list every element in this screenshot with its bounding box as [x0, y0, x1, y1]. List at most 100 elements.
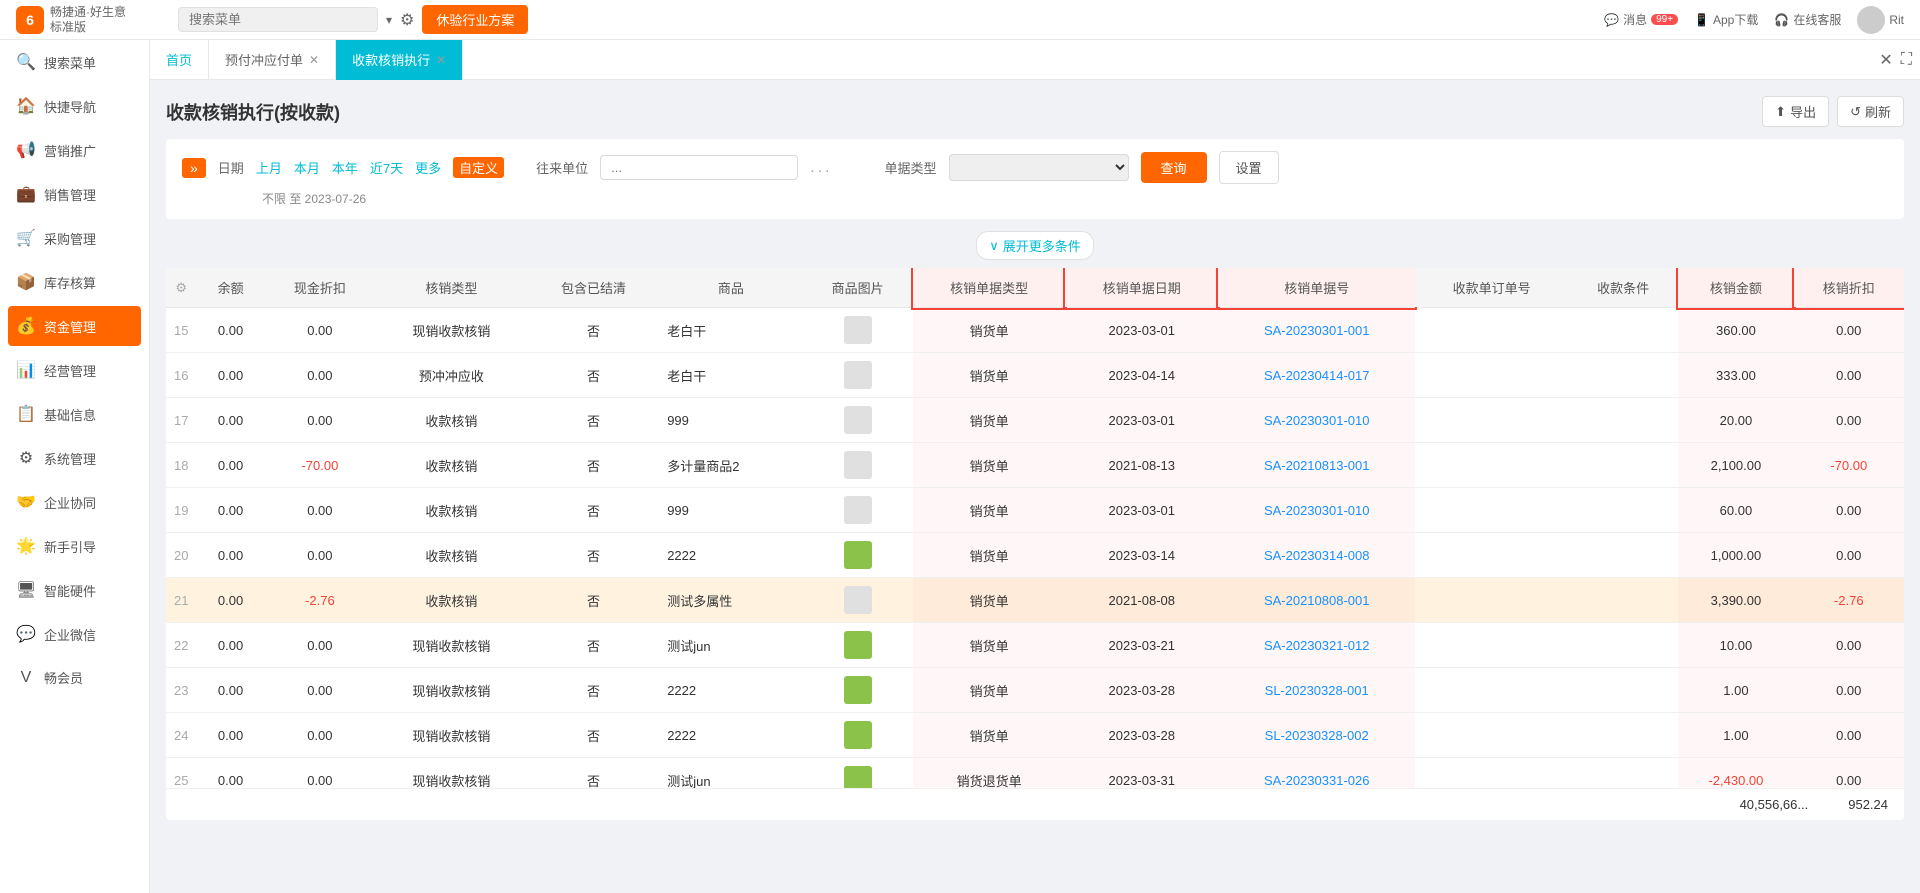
industry-btn[interactable]: 休验行业方案 [422, 5, 528, 34]
td-doc-no[interactable]: SA-20210808-001 [1218, 578, 1415, 623]
td-goods-image [802, 668, 912, 713]
td-doc-no[interactable]: SA-20230414-017 [1218, 353, 1415, 398]
sidebar-item-inventory[interactable]: 📦 库存核算 [0, 260, 149, 304]
sidebar-item-finance[interactable]: 💰 资金管理 [8, 306, 141, 346]
tab-prepay-close-icon[interactable]: ✕ [309, 53, 319, 67]
tab-home-label: 首页 [166, 50, 192, 69]
dropdown-btn[interactable]: ▾ [386, 13, 392, 27]
td-doc-no[interactable]: SA-20230331-026 [1218, 758, 1415, 789]
td-write-off-amount: 2,100.00 [1678, 443, 1793, 488]
th-gear[interactable]: ⚙ [166, 268, 196, 308]
td-balance: 0.00 [196, 758, 264, 789]
td-doc-date: 2023-04-14 [1065, 353, 1218, 398]
td-cash-discount: -2.76 [265, 578, 375, 623]
last7days-btn[interactable]: 近7天 [370, 158, 403, 177]
more-date-btn[interactable]: 更多 [415, 158, 441, 177]
refresh-btn[interactable]: ↺ 刷新 [1837, 96, 1904, 127]
td-balance: 0.00 [196, 443, 264, 488]
user-item[interactable]: Rit [1857, 6, 1904, 34]
tab-prepay[interactable]: 预付冲应付单 ✕ [209, 40, 336, 80]
td-includes-settled: 否 [528, 533, 660, 578]
th-write-off-type: 核销类型 [375, 268, 528, 308]
table-row: 16 0.00 0.00 预冲冲应收 否 老白干 销货单 2023-04-14 … [166, 353, 1904, 398]
td-balance: 0.00 [196, 578, 264, 623]
chevron-down-icon: ∨ [989, 238, 999, 254]
sidebar-item-marketing[interactable]: 📢 营销推广 [0, 128, 149, 172]
online-service-item[interactable]: 🎧 在线客服 [1774, 11, 1841, 28]
td-doc-no[interactable]: SA-20230321-012 [1218, 623, 1415, 668]
td-row-num: 20 [166, 533, 196, 578]
custom-date-btn[interactable]: 自定义 [453, 157, 504, 178]
filter-toggle-btn[interactable]: » [182, 158, 206, 178]
td-write-off-type: 收款核销 [375, 578, 528, 623]
sidebar-item-purchase[interactable]: 🛒 采购管理 [0, 216, 149, 260]
td-doc-no[interactable]: SA-20230301-010 [1218, 398, 1415, 443]
th-write-off-discount: 核销折扣 [1794, 268, 1905, 308]
td-receipt-condition [1568, 623, 1678, 668]
td-receipt-condition [1568, 488, 1678, 533]
td-goods: 2222 [659, 668, 802, 713]
table-row: 21 0.00 -2.76 收款核销 否 测试多属性 销货单 2021-08-0… [166, 578, 1904, 623]
sidebar-item-sales[interactable]: 💼 销售管理 [0, 172, 149, 216]
sidebar-item-search[interactable]: 🔍 搜索菜单 [0, 40, 149, 84]
td-doc-no[interactable]: SL-20230328-002 [1218, 713, 1415, 758]
sidebar-item-wechat[interactable]: 💬 企业微信 [0, 612, 149, 656]
td-receipt-condition [1568, 308, 1678, 353]
tab-receipt[interactable]: 收款核销执行 ✕ [336, 40, 463, 80]
app-icon: 📱 [1694, 13, 1709, 27]
tab-expand-btn[interactable]: ⛶ [1901, 51, 1912, 69]
sidebar-item-operation[interactable]: 📊 经营管理 [0, 348, 149, 392]
td-receipt-order-no [1415, 713, 1568, 758]
td-doc-date: 2021-08-08 [1065, 578, 1218, 623]
setting-btn[interactable]: 设置 [1219, 151, 1279, 184]
td-doc-no[interactable]: SA-20230314-008 [1218, 533, 1415, 578]
td-doc-type: 销货单 [913, 308, 1066, 353]
td-balance: 0.00 [196, 308, 264, 353]
settings-gear-icon[interactable]: ⚙ [400, 10, 414, 30]
sidebar-item-system[interactable]: ⚙ 系统管理 [0, 436, 149, 480]
table-container[interactable]: ⚙ 余额 现金折扣 核销类型 包含已结清 商品 商品图片 核销单据类型 核销单据… [166, 268, 1904, 788]
query-btn[interactable]: 查询 [1141, 152, 1207, 183]
td-receipt-order-no [1415, 578, 1568, 623]
counterparty-input[interactable] [600, 155, 798, 180]
tab-close-all-btn[interactable]: ✕ [1879, 50, 1892, 70]
newbie-icon: 🌟 [16, 536, 36, 556]
dots-btn[interactable]: ... [810, 159, 832, 177]
td-doc-no[interactable]: SA-20230301-010 [1218, 488, 1415, 533]
search-input[interactable] [178, 7, 378, 32]
sidebar-item-basic[interactable]: 📋 基础信息 [0, 392, 149, 436]
td-doc-no[interactable]: SA-20230301-001 [1218, 308, 1415, 353]
td-cash-discount: 0.00 [265, 398, 375, 443]
th-goods-image: 商品图片 [802, 268, 912, 308]
sidebar-item-hardware[interactable]: 🖥 智能硬件 [0, 568, 149, 612]
td-row-num: 15 [166, 308, 196, 353]
th-includes-settled: 包含已结清 [528, 268, 660, 308]
td-doc-no[interactable]: SL-20230328-001 [1218, 668, 1415, 713]
this-month-btn[interactable]: 本月 [294, 158, 320, 177]
td-row-num: 25 [166, 758, 196, 789]
expand-conditions-btn[interactable]: ∨ 展开更多条件 [976, 231, 1094, 260]
td-doc-type: 销货单 [913, 398, 1066, 443]
tab-bar: 首页 预付冲应付单 ✕ 收款核销执行 ✕ ✕ ⛶ [150, 40, 1920, 80]
sidebar-item-member[interactable]: V 畅会员 [0, 656, 149, 699]
notifications-item[interactable]: 💬 消息 99+ [1604, 11, 1678, 28]
td-goods: 999 [659, 488, 802, 533]
export-btn[interactable]: ⬆ 导出 [1762, 96, 1829, 127]
this-year-btn[interactable]: 本年 [332, 158, 358, 177]
tab-home[interactable]: 首页 [150, 40, 209, 80]
last-month-btn[interactable]: 上月 [256, 158, 282, 177]
td-cash-discount: 0.00 [265, 353, 375, 398]
td-goods: 多计量商品2 [659, 443, 802, 488]
doc-type-select[interactable] [949, 154, 1129, 181]
app-download-item[interactable]: 📱 App下载 [1694, 11, 1758, 28]
sidebar-item-newbie[interactable]: 🌟 新手引导 [0, 524, 149, 568]
sidebar-label-hardware: 智能硬件 [44, 581, 96, 600]
purchase-icon: 🛒 [16, 228, 36, 248]
td-write-off-discount: 0.00 [1794, 488, 1905, 533]
sidebar-item-quicknav[interactable]: 🏠 快捷导航 [0, 84, 149, 128]
finance-icon: 💰 [16, 316, 36, 336]
sidebar-item-company[interactable]: 🤝 企业协同 [0, 480, 149, 524]
td-doc-no[interactable]: SA-20210813-001 [1218, 443, 1415, 488]
table-body: 15 0.00 0.00 现销收款核销 否 老白干 销货单 2023-03-01… [166, 308, 1904, 789]
tab-receipt-close-icon[interactable]: ✕ [436, 53, 446, 67]
